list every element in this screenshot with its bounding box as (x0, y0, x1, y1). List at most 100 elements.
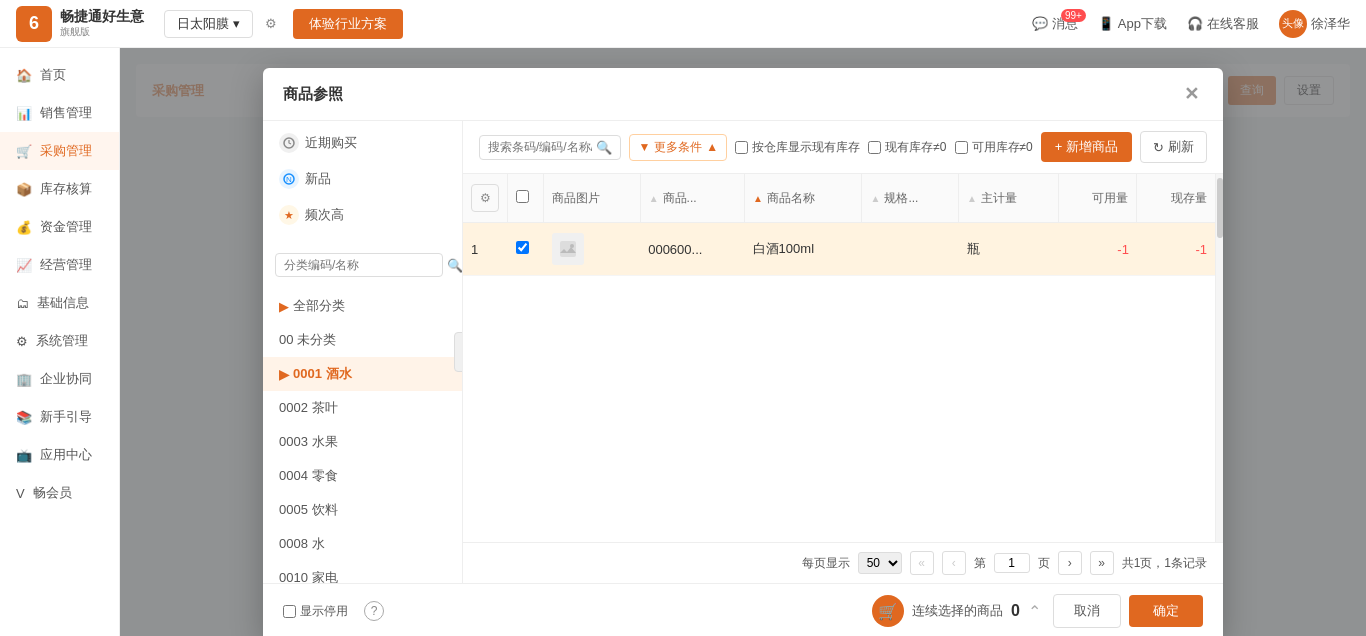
sidebar-label-home: 首页 (40, 66, 66, 84)
table-row[interactable]: 1 (463, 223, 1215, 276)
category-item-0005[interactable]: 0005 饮料 (263, 493, 462, 527)
last-page-button[interactable]: » (1090, 551, 1114, 575)
modal-close-button[interactable]: ✕ (1179, 82, 1203, 106)
help-icon-wrap[interactable]: ? (364, 601, 384, 621)
category-0008-label: 0008 水 (279, 535, 325, 553)
sidebar-item-finance[interactable]: 💰 资金管理 (0, 208, 119, 246)
cart-icon[interactable]: 🛒 (872, 595, 904, 627)
sidebar-item-system[interactable]: ⚙ 系统管理 (0, 322, 119, 360)
modal-left-panel: 近期购买 N 新品 ★ 频次高 (263, 121, 463, 583)
show-disabled-label[interactable]: 显示停用 (283, 603, 348, 620)
cancel-button[interactable]: 取消 (1053, 594, 1121, 628)
sidebar-item-sales[interactable]: 📊 销售管理 (0, 94, 119, 132)
select-all-checkbox[interactable] (516, 190, 529, 203)
sidebar-item-apps[interactable]: 📺 应用中心 (0, 436, 119, 474)
usable-ne0-checkbox-label[interactable]: 可用库存≠0 (955, 139, 1033, 156)
next-page-button[interactable]: › (1058, 551, 1082, 575)
category-item-0004[interactable]: 0004 零食 (263, 459, 462, 493)
settings-icon[interactable]: ⚙ (265, 16, 277, 31)
page-unit: 页 (1038, 555, 1050, 572)
col-name: ▲ 商品名称 (745, 174, 862, 223)
sidebar-item-base[interactable]: 🗂 基础信息 (0, 284, 119, 322)
svg-text:N: N (286, 175, 292, 184)
quick-link-frequent[interactable]: ★ 频次高 (263, 197, 462, 233)
column-settings-button[interactable]: ⚙ (471, 184, 499, 212)
per-page-select[interactable]: 50 (858, 552, 902, 574)
category-item-00[interactable]: 00 未分类 (263, 323, 462, 357)
sidebar-label-corp: 企业协同 (40, 370, 92, 388)
sidebar-item-member[interactable]: V 畅会员 (0, 474, 119, 512)
sidebar-item-corp[interactable]: 🏢 企业协同 (0, 360, 119, 398)
warehouse-checkbox[interactable] (735, 141, 748, 154)
star-icon: ★ (279, 205, 299, 225)
product-search-input[interactable] (488, 140, 592, 154)
collapse-panel-button[interactable]: 《 (454, 332, 463, 372)
sort-spec-icon[interactable]: ▲ (870, 193, 880, 204)
stock-ne0-checkbox-label[interactable]: 现有库存≠0 (868, 139, 946, 156)
guide-icon: 📚 (16, 410, 32, 425)
usable-ne0-checkbox[interactable] (955, 141, 968, 154)
quick-link-recent[interactable]: 近期购买 (263, 125, 462, 161)
prev-page-button[interactable]: ‹ (942, 551, 966, 575)
sidebar-item-guide[interactable]: 📚 新手引导 (0, 398, 119, 436)
new-icon: N (279, 169, 299, 189)
new-label: 新品 (305, 170, 331, 188)
store-selector[interactable]: 日太阳膜 ▾ (164, 10, 253, 38)
sidebar-item-inventory[interactable]: 📦 库存核算 (0, 170, 119, 208)
page-number-input[interactable] (994, 553, 1030, 573)
modal-header: 商品参照 ✕ (263, 68, 1223, 121)
trial-button[interactable]: 体验行业方案 (293, 9, 403, 39)
confirm-button[interactable]: 确定 (1129, 595, 1203, 627)
service-item[interactable]: 🎧 在线客服 (1187, 15, 1259, 33)
user-name: 徐泽华 (1311, 15, 1350, 33)
app-download-item[interactable]: 📱 App下载 (1098, 15, 1167, 33)
warehouse-checkbox-label[interactable]: 按仓库显示现有库存 (735, 139, 860, 156)
user-item[interactable]: 头像 徐泽华 (1279, 10, 1350, 38)
filter-button[interactable]: ▼ 更多条件 ▲ (629, 134, 727, 161)
chevron-down-icon: ▾ (233, 16, 240, 31)
first-page-button[interactable]: « (910, 551, 934, 575)
category-0001-label: 0001 酒水 (293, 365, 352, 383)
message-badge: 99+ (1061, 9, 1086, 22)
recent-label: 近期购买 (305, 134, 357, 152)
row-no: 1 (463, 223, 508, 276)
category-item-0001[interactable]: ▶ 0001 酒水 (263, 357, 462, 391)
category-search-input[interactable] (275, 253, 443, 277)
row-unit: 瓶 (959, 223, 1059, 276)
category-item-0008[interactable]: 0008 水 (263, 527, 462, 561)
sidebar-item-purchase[interactable]: 🛒 采购管理 (0, 132, 119, 170)
service-label: 在线客服 (1207, 15, 1259, 33)
table-wrapper: ⚙ 商品图片 (463, 174, 1223, 542)
category-item-all[interactable]: ▶ 全部分类 (263, 289, 462, 323)
cart-collapse-icon[interactable]: ⌃ (1028, 602, 1041, 621)
add-product-button[interactable]: + 新增商品 (1041, 132, 1132, 162)
stock-ne0-checkbox[interactable] (868, 141, 881, 154)
sort-unit-icon[interactable]: ▲ (967, 193, 977, 204)
message-nav-item[interactable]: 💬 消息 99+ (1032, 15, 1078, 33)
sidebar: 🏠 首页 📊 销售管理 🛒 采购管理 📦 库存核算 💰 资金管理 📈 经营管理 … (0, 48, 120, 636)
row-usable: -1 (1058, 223, 1137, 276)
category-item-0003[interactable]: 0003 水果 (263, 425, 462, 459)
row-checkbox[interactable] (516, 241, 529, 254)
help-icon[interactable]: ? (364, 601, 384, 621)
product-search-icon[interactable]: 🔍 (596, 140, 612, 155)
sidebar-item-home[interactable]: 🏠 首页 (0, 56, 119, 94)
product-search-box[interactable]: 🔍 (479, 135, 621, 160)
col-name-label: 商品名称 (767, 190, 815, 207)
sort-up-icon[interactable]: ▲ (649, 193, 659, 204)
category-list: ▶ 全部分类 00 未分类 ▶ 0001 酒水 0002 茶 (263, 285, 462, 583)
category-item-0010[interactable]: 0010 家电 (263, 561, 462, 583)
col-usable: 可用量 (1058, 174, 1137, 223)
category-item-0002[interactable]: 0002 茶叶 (263, 391, 462, 425)
col-code-label: 商品... (663, 190, 697, 207)
show-disabled-checkbox[interactable] (283, 605, 296, 618)
quick-link-new[interactable]: N 新品 (263, 161, 462, 197)
vertical-scrollbar[interactable] (1215, 174, 1223, 542)
sort-name-icon[interactable]: ▲ (753, 193, 763, 204)
refresh-button[interactable]: ↻ 刷新 (1140, 131, 1207, 163)
usable-ne0-text: 可用库存≠0 (972, 139, 1033, 156)
app-download-label: App下载 (1118, 15, 1167, 33)
row-code: 000600... (640, 223, 744, 276)
sidebar-item-operation[interactable]: 📈 经营管理 (0, 246, 119, 284)
search-icon[interactable]: 🔍 (447, 258, 463, 273)
